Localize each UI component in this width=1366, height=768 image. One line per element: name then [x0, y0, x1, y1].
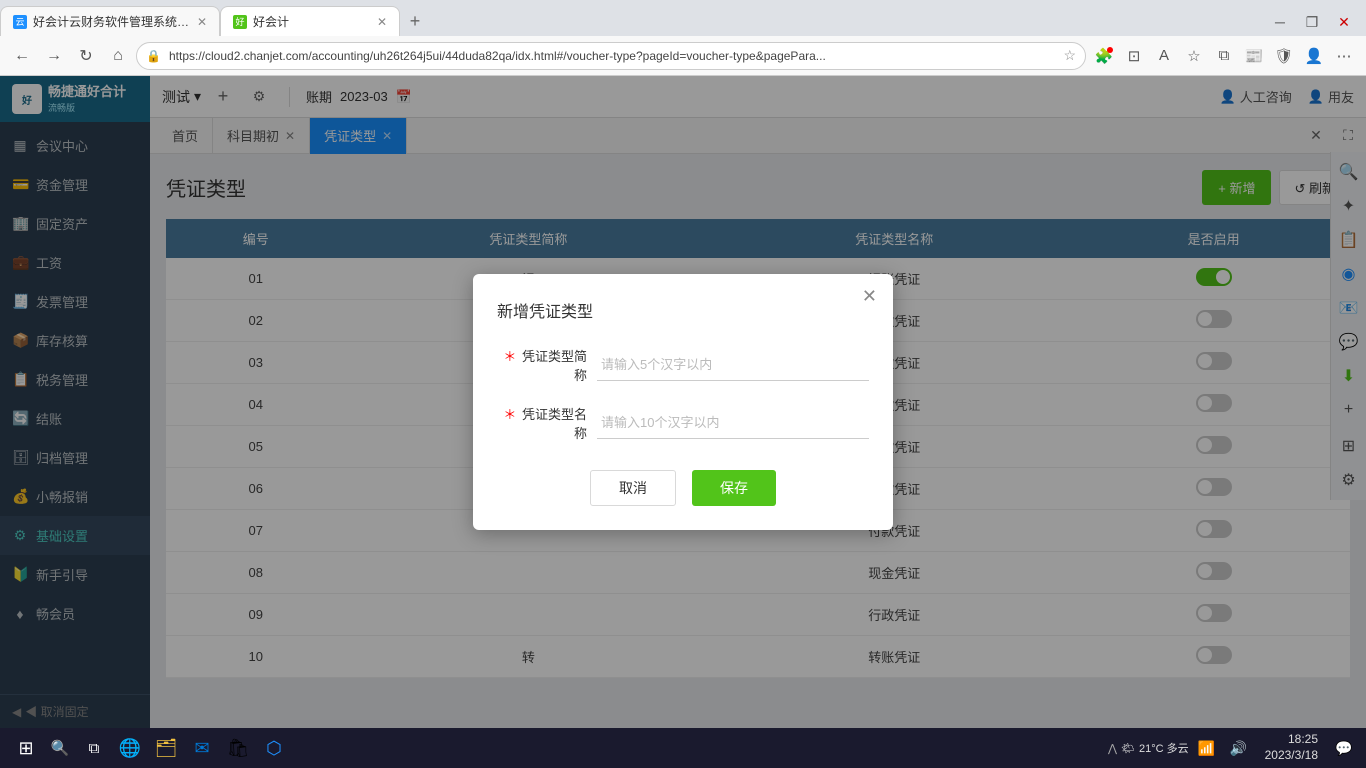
browser-tab-2[interactable]: 好 好会计 ✕ — [220, 6, 400, 36]
form-input-short[interactable] — [597, 349, 869, 381]
taskbar-sys: ⋀ 🌤 21°C 多云 📶 🔊 18:25 2023/3/18 💬 — [1108, 732, 1358, 763]
form-row-name: ＊ 凭证类型名称 — [497, 404, 869, 442]
home-button[interactable]: ⌂ — [104, 42, 132, 70]
save-button[interactable]: 保存 — [692, 470, 776, 506]
window-controls: ─ ❐ ✕ — [1266, 8, 1366, 36]
required-marker-short: ＊ — [503, 349, 516, 364]
form-input-name[interactable] — [597, 407, 869, 439]
taskbar: ⊞ 🔍 ⧉ 🌐 🗂 ✉ 🛍 ⬡ ⋀ 🌤 21°C 多云 📶 🔊 — [0, 728, 1366, 768]
cancel-button[interactable]: 取消 — [590, 470, 676, 506]
favorites-icon[interactable]: ☆ — [1180, 42, 1208, 70]
sys-tray-expand[interactable]: ⋀ — [1108, 742, 1117, 755]
taskbar-chrome[interactable]: 🌐 — [112, 730, 148, 766]
lock-icon: 🔒 — [146, 49, 161, 63]
menu-icon[interactable]: ⋯ — [1330, 42, 1358, 70]
form-row-short: ＊ 凭证类型简称 — [497, 346, 869, 384]
network-icon[interactable]: 📶 — [1193, 734, 1221, 762]
address-input[interactable] — [136, 42, 1086, 70]
tab-favicon-1: 云 — [13, 15, 27, 29]
form-label-name: ＊ 凭证类型名称 — [497, 404, 597, 442]
weather-temp: 21°C 多云 — [1139, 740, 1189, 756]
weather-display: 🌤 21°C 多云 — [1121, 740, 1189, 756]
extensions-icon[interactable]: 🧩 — [1090, 42, 1118, 70]
address-bar: ← → ↻ ⌂ 🔒 ☆ 🧩 ⊡ A ☆ ⧉ 📰 🛡 👤 ⋯ — [0, 36, 1366, 76]
volume-icon[interactable]: 🔊 — [1225, 734, 1253, 762]
restore-button[interactable]: ❐ — [1298, 8, 1326, 36]
modal-overlay: 新增凭证类型 ✕ ＊ 凭证类型简称 ＊ 凭证类型名称 — [0, 76, 1366, 728]
minimize-button[interactable]: ─ — [1266, 8, 1294, 36]
address-wrap: 🔒 ☆ — [136, 42, 1086, 70]
security-icon[interactable]: 🛡 — [1270, 42, 1298, 70]
tab-close-2[interactable]: ✕ — [377, 15, 387, 29]
close-button[interactable]: ✕ — [1330, 8, 1358, 36]
new-voucher-modal: 新增凭证类型 ✕ ＊ 凭证类型简称 ＊ 凭证类型名称 — [473, 274, 893, 530]
weather-icon: 🌤 — [1121, 742, 1135, 755]
refresh-button[interactable]: ↻ — [72, 42, 100, 70]
modal-title: 新增凭证类型 — [497, 298, 869, 322]
tab-favicon-2: 好 — [233, 15, 247, 29]
splitscreen-icon[interactable]: ⧉ — [1210, 42, 1238, 70]
modal-close-button[interactable]: ✕ — [862, 286, 877, 307]
collection-icon[interactable]: ⊡ — [1120, 42, 1148, 70]
forward-button[interactable]: → — [40, 42, 68, 70]
taskbar-files[interactable]: 🗂 — [148, 730, 184, 766]
taskbar-edge[interactable]: ⬡ — [256, 730, 292, 766]
form-label-short: ＊ 凭证类型简称 — [497, 346, 597, 384]
clock-date: 2023/3/18 — [1265, 748, 1318, 764]
form-label-short-text: 凭证类型简称 — [522, 349, 587, 383]
profile-icon[interactable]: 👤 — [1300, 42, 1328, 70]
tab-title-2: 好会计 — [253, 13, 371, 30]
system-clock[interactable]: 18:25 2023/3/18 — [1257, 732, 1326, 763]
back-button[interactable]: ← — [8, 42, 36, 70]
browser-toolbar: 🧩 ⊡ A ☆ ⧉ 📰 🛡 👤 ⋯ — [1090, 42, 1358, 70]
taskbar-taskview[interactable]: ⧉ — [76, 730, 112, 766]
tab-close-1[interactable]: ✕ — [197, 15, 207, 29]
reader-icon[interactable]: 📰 — [1240, 42, 1268, 70]
tab-title-1: 好会计云财务软件管理系统_会计 — [33, 13, 191, 30]
browser-tab-bar: 云 好会计云财务软件管理系统_会计 ✕ 好 好会计 ✕ + ─ ❐ ✕ — [0, 0, 1366, 36]
browser-tab-1[interactable]: 云 好会计云财务软件管理系统_会计 ✕ — [0, 6, 220, 36]
browser-frame: 云 好会计云财务软件管理系统_会计 ✕ 好 好会计 ✕ + ─ ❐ ✕ ← → … — [0, 0, 1366, 768]
bookmark-icon[interactable]: ☆ — [1063, 47, 1076, 64]
modal-actions: 取消 保存 — [497, 470, 869, 506]
start-button[interactable]: ⊞ — [8, 730, 44, 766]
new-tab-button[interactable]: + — [400, 6, 430, 36]
notification-icon[interactable]: 💬 — [1330, 734, 1358, 762]
form-label-name-text: 凭证类型名称 — [522, 407, 587, 441]
taskbar-store[interactable]: 🛍 — [220, 730, 256, 766]
taskbar-search-button[interactable]: 🔍 — [44, 732, 76, 764]
taskbar-mail[interactable]: ✉ — [184, 730, 220, 766]
required-marker-name: ＊ — [503, 407, 516, 422]
font-icon[interactable]: A — [1150, 42, 1178, 70]
clock-time: 18:25 — [1265, 732, 1318, 748]
